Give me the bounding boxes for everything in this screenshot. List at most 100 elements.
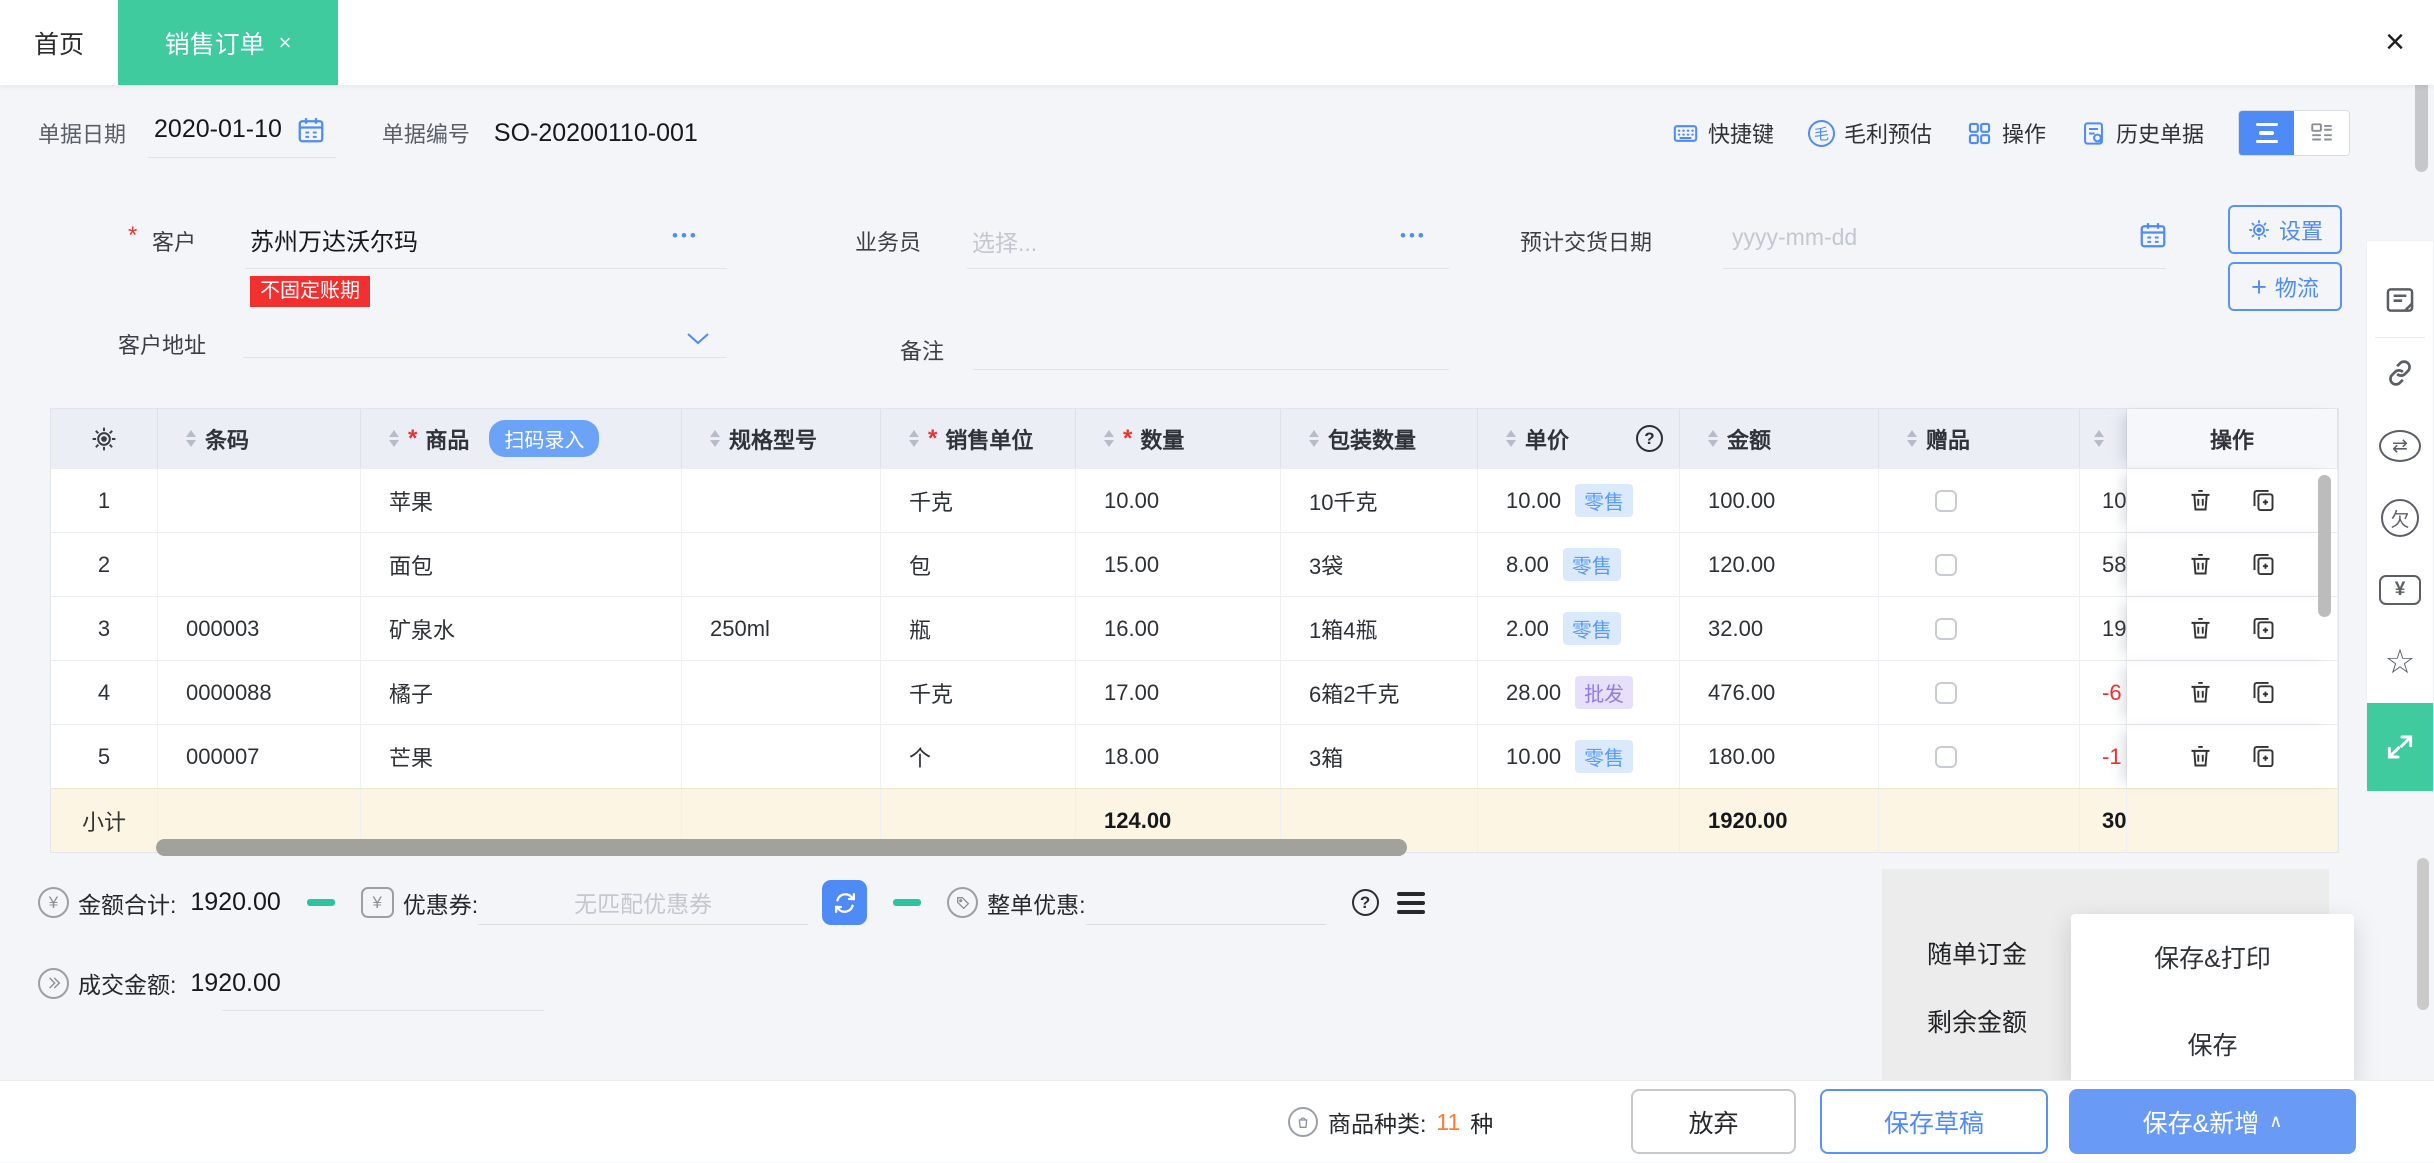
salesman-more-icon[interactable]: ••• [1400, 226, 1427, 246]
cell-qty[interactable]: 10.00 [1076, 469, 1281, 532]
cell-qty[interactable]: 18.00 [1076, 725, 1281, 788]
form-view-toggle[interactable] [2294, 111, 2349, 155]
cell-unit[interactable]: 千克 [881, 661, 1076, 724]
discard-button[interactable]: 放弃 [1631, 1089, 1796, 1154]
cell-price[interactable]: 10.00 零售 [1478, 725, 1680, 788]
sort-icon[interactable] [1104, 425, 1114, 452]
cell-unit[interactable]: 包 [881, 533, 1076, 596]
date-value[interactable]: 2020-01-10 [154, 115, 282, 144]
scan-entry-button[interactable]: 扫码录入 [489, 420, 600, 457]
delete-icon[interactable] [2187, 679, 2214, 706]
note-icon[interactable] [2367, 283, 2433, 317]
cell-amount[interactable]: 32.00 [1680, 597, 1879, 660]
delete-icon[interactable] [2187, 487, 2214, 514]
sort-icon[interactable] [909, 425, 919, 452]
header-barcode[interactable]: 条码 [158, 409, 361, 468]
sort-icon[interactable] [1309, 425, 1319, 452]
cell-price[interactable]: 10.00 零售 [1478, 469, 1680, 532]
sort-icon[interactable] [186, 425, 196, 452]
copy-add-icon[interactable] [2250, 487, 2277, 514]
delete-icon[interactable] [2187, 551, 2214, 578]
header-qty[interactable]: * 数量 [1076, 409, 1281, 468]
list-view-toggle[interactable] [2239, 111, 2294, 155]
chevron-down-icon[interactable] [686, 332, 710, 346]
cell-unit[interactable]: 千克 [881, 469, 1076, 532]
sort-icon[interactable] [389, 425, 399, 452]
sort-icon[interactable] [1708, 425, 1718, 452]
sort-icon[interactable] [1506, 425, 1516, 452]
logistics-button[interactable]: + 物流 [2228, 262, 2342, 311]
header-spec[interactable]: 规格型号 [682, 409, 881, 468]
cell-spec[interactable] [682, 725, 881, 788]
cell-amount[interactable]: 120.00 [1680, 533, 1879, 596]
sort-icon[interactable] [1907, 425, 1917, 452]
customer-value[interactable]: 苏州万达沃尔玛 [250, 222, 418, 257]
link-icon[interactable] [2367, 356, 2433, 390]
price-type-tag[interactable]: 零售 [1562, 548, 1621, 581]
help-icon[interactable]: ? [1351, 889, 1379, 916]
horizontal-scrollbar[interactable] [156, 839, 1407, 856]
sort-icon[interactable] [710, 425, 720, 452]
cell-pkg[interactable]: 3袋 [1281, 533, 1478, 596]
cell-unit[interactable]: 个 [881, 725, 1076, 788]
price-type-tag[interactable]: 零售 [1562, 612, 1621, 645]
cell-amount[interactable]: 180.00 [1680, 725, 1879, 788]
cell-price[interactable]: 8.00 零售 [1478, 533, 1680, 596]
delivery-calendar-icon[interactable] [2138, 220, 2168, 250]
cell-barcode[interactable]: 0000088 [158, 661, 361, 724]
tab-close-icon[interactable]: × [279, 30, 292, 56]
cell-price[interactable]: 28.00 批发 [1478, 661, 1680, 724]
cell-barcode[interactable]: 000003 [158, 597, 361, 660]
gift-checkbox[interactable] [1935, 553, 1957, 576]
cell-product[interactable]: 芒果 [361, 725, 682, 788]
cell-spec[interactable] [682, 533, 881, 596]
calendar-icon[interactable] [296, 115, 326, 145]
cell-barcode[interactable] [158, 533, 361, 596]
cell-pkg[interactable]: 1箱4瓶 [1281, 597, 1478, 660]
window-close-icon[interactable]: × [2364, 0, 2426, 85]
page-scrollbar[interactable] [2415, 70, 2428, 172]
cell-product[interactable]: 面包 [361, 533, 682, 596]
cell-pkg[interactable]: 3箱 [1281, 725, 1478, 788]
cell-price[interactable]: 2.00 零售 [1478, 597, 1680, 660]
header-price[interactable]: 单价? [1478, 409, 1680, 468]
customer-more-icon[interactable]: ••• [672, 226, 699, 246]
gift-checkbox[interactable] [1935, 489, 1957, 512]
star-icon[interactable]: ☆ [2367, 645, 2433, 679]
header-truncated[interactable] [2080, 409, 2127, 468]
header-pkg-qty[interactable]: 包装数量 [1281, 409, 1478, 468]
transfer-icon[interactable]: ⇄ [2367, 430, 2433, 462]
refresh-coupon-button[interactable] [822, 880, 868, 925]
table-vertical-scrollbar[interactable] [2318, 475, 2331, 617]
copy-add-icon[interactable] [2250, 743, 2277, 770]
cell-unit[interactable]: 瓶 [881, 597, 1076, 660]
cell-qty[interactable]: 17.00 [1076, 661, 1281, 724]
settings-button[interactable]: 设置 [2228, 205, 2342, 254]
copy-add-icon[interactable] [2250, 551, 2277, 578]
cell-amount[interactable]: 476.00 [1680, 661, 1879, 724]
cell-qty[interactable]: 16.00 [1076, 597, 1281, 660]
cell-spec[interactable] [682, 661, 881, 724]
help-icon[interactable]: ? [1636, 425, 1663, 452]
expand-icon[interactable] [2367, 703, 2433, 791]
cell-pkg[interactable]: 10千克 [1281, 469, 1478, 532]
sort-icon[interactable] [2094, 425, 2104, 452]
owe-icon[interactable]: 欠 [2367, 499, 2433, 537]
cell-qty[interactable]: 15.00 [1076, 533, 1281, 596]
menu-icon[interactable] [1396, 887, 1425, 919]
cell-barcode[interactable]: 000007 [158, 725, 361, 788]
panel-scrollbar[interactable] [2417, 858, 2429, 1010]
copy-add-icon[interactable] [2250, 615, 2277, 642]
gross-profit-button[interactable]: 毛 毛利预估 [1807, 117, 1932, 149]
cell-amount[interactable]: 100.00 [1680, 469, 1879, 532]
delete-icon[interactable] [2187, 743, 2214, 770]
header-product[interactable]: * 商品 扫码录入 [361, 409, 682, 468]
copy-add-icon[interactable] [2250, 679, 2277, 706]
price-type-tag[interactable]: 批发 [1575, 676, 1634, 709]
operations-button[interactable]: 操作 [1966, 117, 2046, 149]
date-field[interactable]: 2020-01-10 [148, 109, 336, 158]
delete-icon[interactable] [2187, 615, 2214, 642]
cell-product[interactable]: 苹果 [361, 469, 682, 532]
save-draft-button[interactable]: 保存草稿 [1820, 1089, 2048, 1154]
gift-checkbox[interactable] [1935, 745, 1957, 768]
